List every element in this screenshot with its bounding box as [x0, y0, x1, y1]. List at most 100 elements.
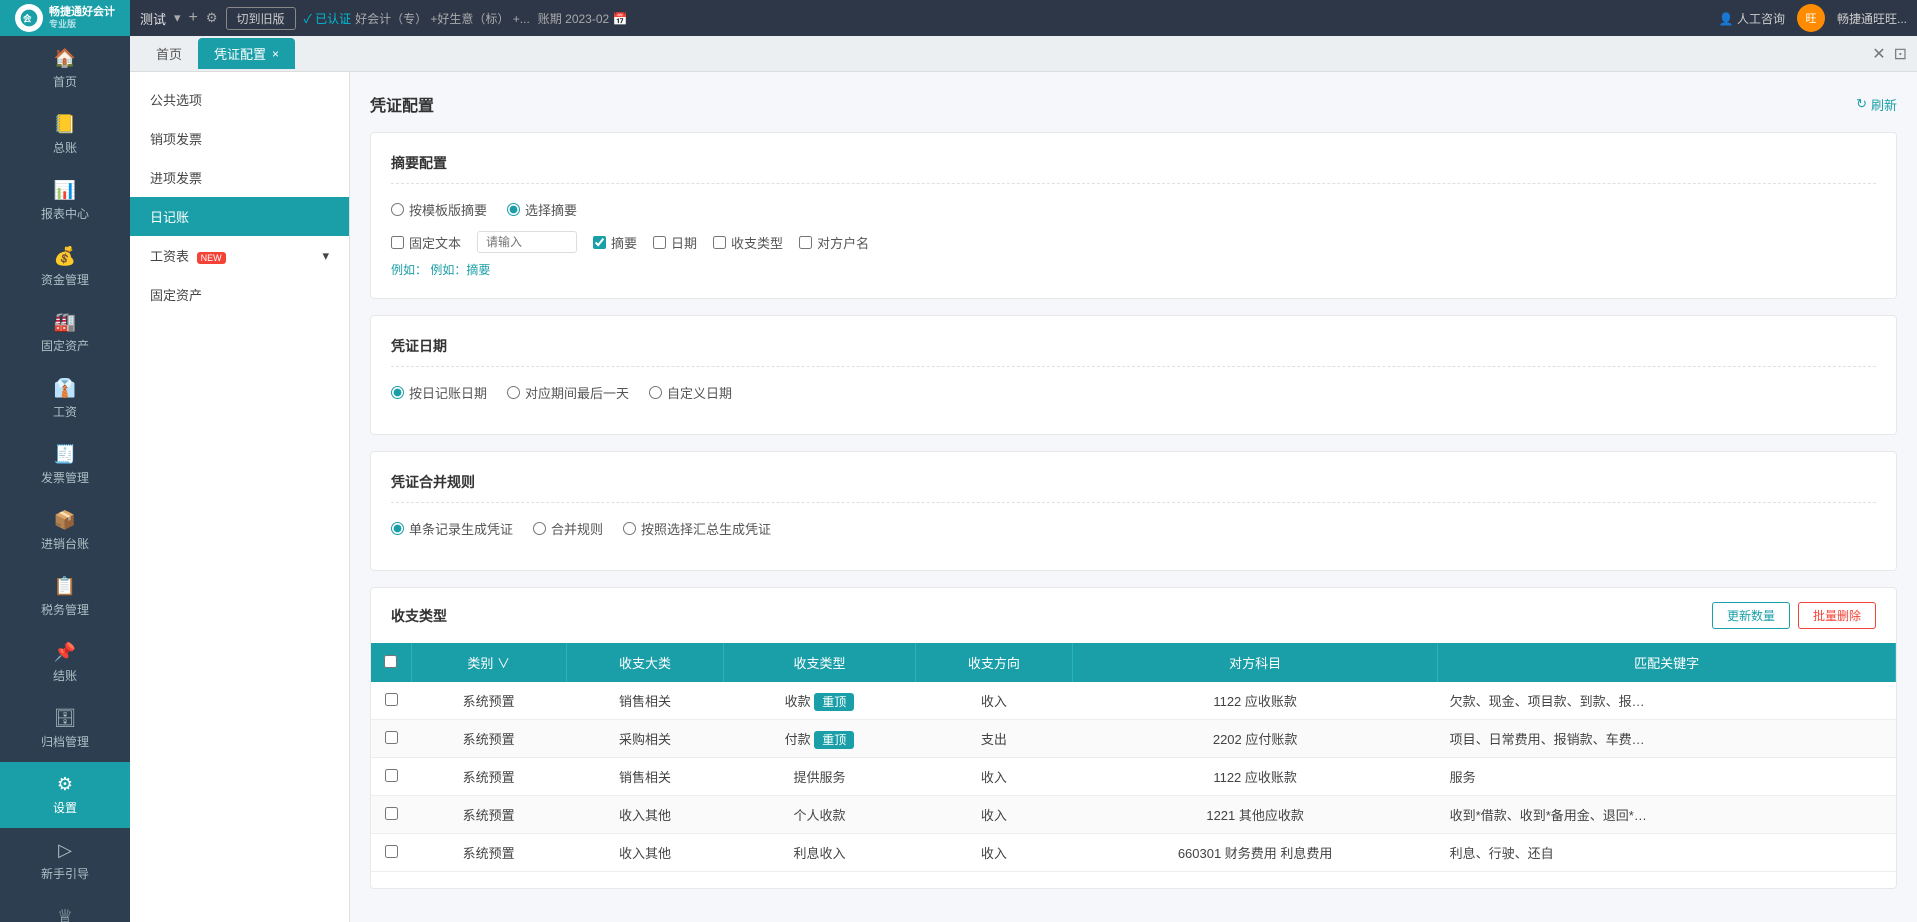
- row-checkbox[interactable]: [371, 796, 411, 834]
- purchase-sales-icon: 📦: [54, 510, 76, 531]
- sidebar-item-fixed-assets[interactable]: 🏭 固定资产: [0, 300, 130, 366]
- tab-home[interactable]: 首页: [140, 38, 198, 69]
- archive-icon: 🗄: [54, 708, 77, 729]
- table-header-account: 对方科目: [1073, 643, 1438, 682]
- row-sub-type: 利息收入: [724, 834, 915, 872]
- sidebar-item-label: 固定资产: [41, 337, 89, 354]
- reports-icon: 📊: [54, 180, 76, 201]
- sidebar-item-archive[interactable]: 🗄 归档管理: [0, 696, 130, 762]
- date-checkbox[interactable]: 日期: [653, 233, 697, 252]
- table-header-checkbox[interactable]: [371, 643, 411, 682]
- close-window-btn[interactable]: ✕: [1872, 44, 1885, 64]
- sidebar-item-home[interactable]: 🏠 首页: [0, 36, 130, 102]
- settings-icon[interactable]: ⚙: [206, 10, 218, 26]
- row-sub-type: 付款 重顶: [724, 720, 915, 758]
- row-checkbox[interactable]: [371, 720, 411, 758]
- table-header-main-type: 收支大类: [566, 643, 723, 682]
- table-header-sub-type: 收支类型: [724, 643, 915, 682]
- top-bar-tags: ✓ 已认证 好会计（专） +好生意（标） +... 账期 2023-02 📅: [304, 10, 628, 27]
- row-category: 系统预置: [411, 834, 566, 872]
- row-checkbox[interactable]: [371, 834, 411, 872]
- row-account: 1122 应收账款: [1073, 758, 1438, 796]
- refresh-btn[interactable]: ↻ 刷新: [1856, 95, 1897, 114]
- sidebar-item-tax[interactable]: 📋 税务管理: [0, 564, 130, 630]
- row-account: 660301 财务费用 利息费用: [1073, 834, 1438, 872]
- expand-window-btn[interactable]: ⊡: [1894, 44, 1907, 64]
- sidebar-item-purchase-sales[interactable]: 📦 进销台账: [0, 498, 130, 564]
- sidebar-item-label: 工资: [53, 403, 77, 420]
- radio-template[interactable]: 按模板版摘要: [391, 200, 487, 219]
- right-content: 凭证配置 ↻ 刷新 摘要配置 按模板版摘要: [350, 72, 1917, 922]
- row-category: 系统预置: [411, 720, 566, 758]
- sidebar-item-label: 新手引导: [41, 865, 89, 882]
- username-label[interactable]: 畅捷通旺旺...: [1837, 10, 1907, 27]
- left-panel-item-purchase-invoice[interactable]: 进项发票: [130, 158, 349, 197]
- radio-single[interactable]: 单条记录生成凭证: [391, 519, 513, 538]
- svg-text:会: 会: [22, 13, 32, 23]
- sidebar-item-label: 报表中心: [41, 205, 89, 222]
- calendar-icon[interactable]: 📅: [613, 12, 628, 26]
- row-keywords: 收到*借款、收到*备用金、退回*备用金、个人: [1438, 796, 1896, 834]
- consult-icon: 👤: [1719, 12, 1734, 26]
- row-sub-type: 收款 重顶: [724, 682, 915, 720]
- dropdown-arrow-icon[interactable]: ▾: [174, 10, 181, 26]
- summary-checkbox[interactable]: 摘要: [593, 233, 637, 252]
- sidebar-item-funds[interactable]: 💰 资金管理: [0, 234, 130, 300]
- sidebar-item-ledger[interactable]: 📒 总账: [0, 102, 130, 168]
- radio-period-last[interactable]: 对应期间最后一天: [507, 383, 629, 402]
- table-row: 系统预置 收入其他 利息收入 收入 660301 财务费用 利息费用 利息、行驶…: [371, 834, 1896, 872]
- voucher-date-title: 凭证日期: [391, 336, 1876, 367]
- row-account: 1221 其他应收款: [1073, 796, 1438, 834]
- chongding-tag[interactable]: 重顶: [814, 693, 854, 711]
- sidebar-item-label: 总账: [53, 139, 77, 156]
- merge-rule-section: 凭证合并规则 单条记录生成凭证 合并规则 按照选择汇总生成凭证: [370, 451, 1897, 571]
- table-row: 系统预置 销售相关 收款 重顶 收入 1122 应收账款 欠款、现金、项目款、到…: [371, 682, 1896, 720]
- row-checkbox[interactable]: [371, 682, 411, 720]
- sidebar-item-close[interactable]: 📌 结账: [0, 630, 130, 696]
- expand-icon: ▾: [322, 248, 329, 264]
- example-text: 例如： 例如：摘要: [391, 261, 1876, 278]
- radio-select[interactable]: 选择摘要: [507, 200, 577, 219]
- switch-old-btn[interactable]: 切到旧版: [226, 7, 296, 30]
- tab-voucher-config[interactable]: 凭证配置 ×: [198, 38, 295, 69]
- row-main-type: 销售相关: [566, 758, 723, 796]
- left-panel-item-journal[interactable]: 日记账: [130, 197, 349, 236]
- sidebar-item-vip[interactable]: ♕ 畅会员: [0, 894, 130, 922]
- row-direction: 收入: [915, 758, 1072, 796]
- sidebar-item-label: 进销台账: [41, 535, 89, 552]
- radio-merge[interactable]: 合并规则: [533, 519, 603, 538]
- income-type-checkbox[interactable]: 收支类型: [713, 233, 783, 252]
- row-main-type: 收入其他: [566, 796, 723, 834]
- counterpart-checkbox[interactable]: 对方户名: [799, 233, 869, 252]
- sidebar-item-settings[interactable]: ⚙ 设置: [0, 762, 130, 828]
- fixed-text-input[interactable]: [477, 231, 577, 253]
- fixed-text-checkbox[interactable]: 固定文本: [391, 233, 461, 252]
- left-panel-item-fixed-assets-sub[interactable]: 固定资产: [130, 275, 349, 314]
- consult-btn[interactable]: 👤 人工咨询: [1719, 10, 1785, 27]
- row-checkbox[interactable]: [371, 758, 411, 796]
- add-icon[interactable]: +: [189, 9, 198, 27]
- radio-journal-date[interactable]: 按日记账日期: [391, 383, 487, 402]
- radio-total[interactable]: 按照选择汇总生成凭证: [623, 519, 771, 538]
- left-panel-item-public[interactable]: 公共选项: [130, 80, 349, 119]
- table-header-actions: 更新数量 批量删除: [1712, 602, 1876, 629]
- sidebar-item-invoice-mgmt[interactable]: 🧾 发票管理: [0, 432, 130, 498]
- row-keywords: 项目、日常费用、报销款、车费、承兑汇票、付款: [1438, 720, 1896, 758]
- sidebar-item-guide[interactable]: ▷ 新手引导: [0, 828, 130, 894]
- page-title: 凭证配置: [370, 92, 434, 116]
- left-panel-item-sales-invoice[interactable]: 销项发票: [130, 119, 349, 158]
- sidebar-item-reports[interactable]: 📊 报表中心: [0, 168, 130, 234]
- tags-label: 好会计（专） +好生意（标） +...: [355, 10, 530, 27]
- row-category: 系统预置: [411, 758, 566, 796]
- chongding-tag[interactable]: 重顶: [814, 731, 854, 749]
- left-panel-item-salary-table[interactable]: 工资表 NEW ▾: [130, 236, 349, 275]
- sidebar-item-salary[interactable]: 👔 工资: [0, 366, 130, 432]
- tab-close-icon[interactable]: ×: [272, 47, 279, 61]
- table-header-direction: 收支方向: [915, 643, 1072, 682]
- brand-text: 畅捷通好会计 专业版: [49, 6, 115, 30]
- voucher-date-section: 凭证日期 按日记账日期 对应期间最后一天 自定义日期: [370, 315, 1897, 435]
- update-count-btn[interactable]: 更新数量: [1712, 602, 1790, 629]
- table-row: 系统预置 销售相关 提供服务 收入 1122 应收账款 服务: [371, 758, 1896, 796]
- batch-delete-btn[interactable]: 批量删除: [1798, 602, 1876, 629]
- radio-custom-date[interactable]: 自定义日期: [649, 383, 732, 402]
